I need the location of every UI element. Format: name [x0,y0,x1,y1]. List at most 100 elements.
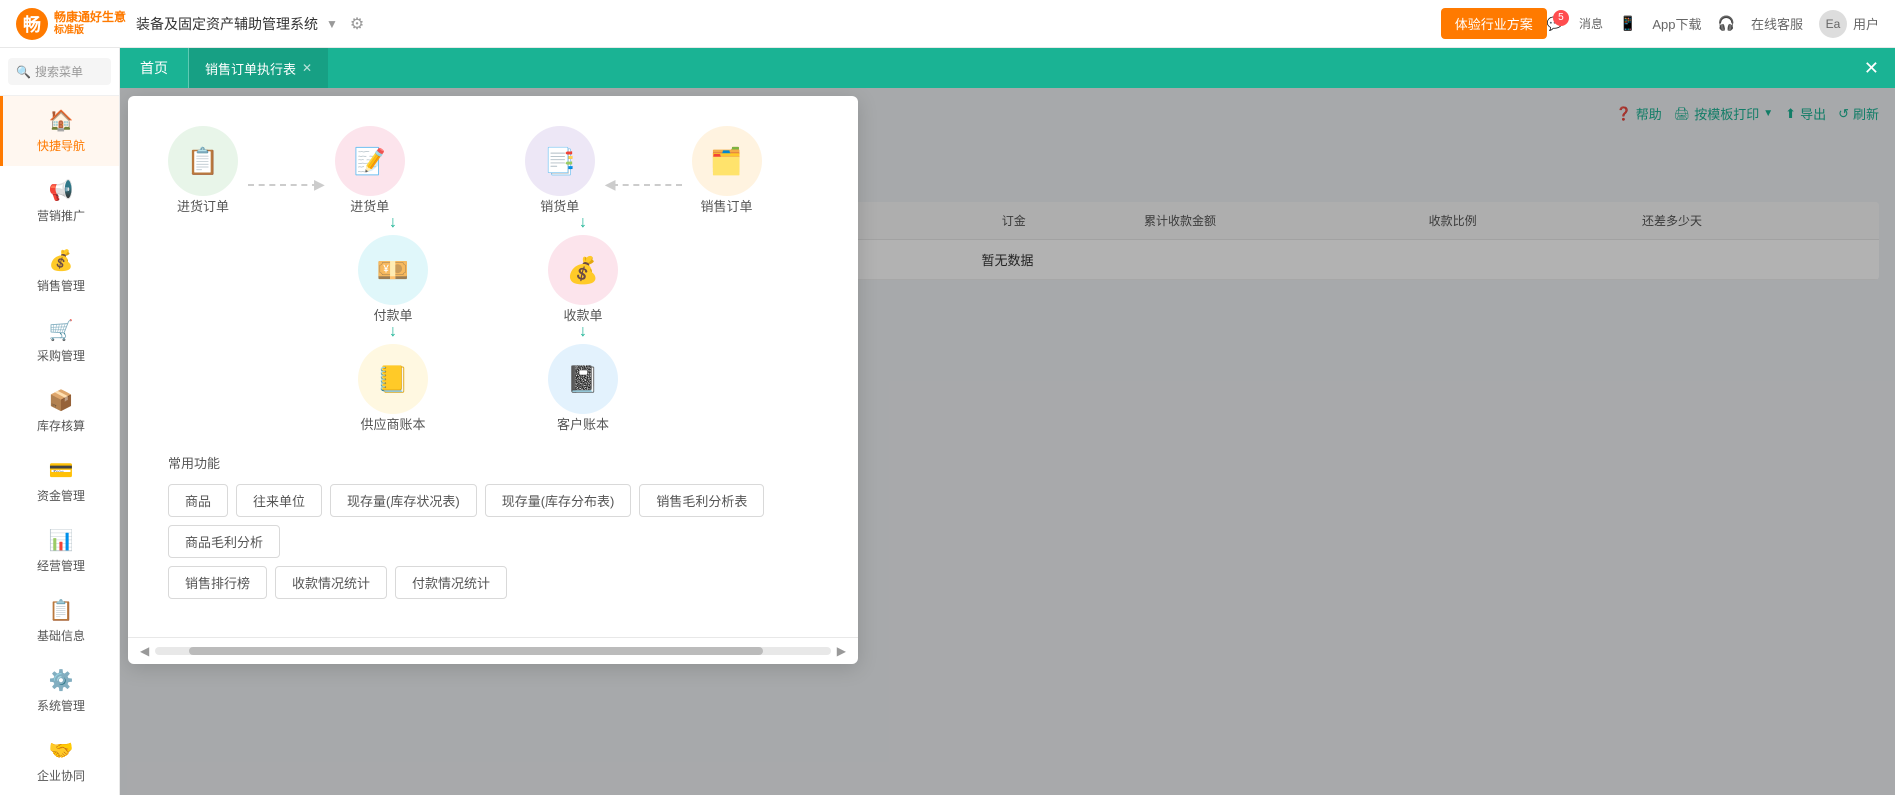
spacer-b [268,215,358,231]
sidebar-item-inventory-label: 库存核算 [37,417,85,434]
payment-label: 付款单 [373,305,412,324]
func-btn-stock-dist[interactable]: 现存量(库存分布表) [485,484,632,517]
purchase-icon: 🛒 [49,318,74,343]
search-menu-label: 搜索菜单 [35,63,83,80]
arrow-po-to-pr [248,184,318,186]
sidebar-item-marketing[interactable]: 📢 营销推广 [0,166,119,236]
sales-order-icon: 🗂️ [710,146,742,177]
func-btn-product[interactable]: 商品 [168,484,228,517]
common-functions-section: 常用功能 商品 往来单位 现存量(库存状况表) 现存量(库存分布表) 销售毛利分… [168,453,818,599]
scroll-left-icon[interactable]: ◀ [140,644,149,658]
func-btn-sales-rank[interactable]: 销售排行榜 [168,566,267,599]
spacer-d [168,324,268,340]
popup-scrollbar: ◀ ▶ [128,637,858,664]
try-plan-button[interactable]: 体验行业方案 [1441,8,1547,39]
arrow-down-receipt: ↓ [548,324,618,340]
scrollbar-thumb [189,647,763,655]
flow-node-customer-ledger[interactable]: 📓 客户账本 [548,344,618,433]
sidebar-item-basic-label: 基础信息 [37,627,85,644]
payment-icon: 💴 [377,255,409,286]
app-download-icon: 📱 [1619,15,1636,32]
main-area: 首页 销售订单执行表 ✕ ✕ ❓ 帮助 🖨 按模板打印 ▼ ⬆ 导出 ↺ [120,48,1895,795]
avatar: Ea [1819,10,1847,38]
logo-area: 畅 畅康通好生意 标准版 [16,8,136,40]
arrow-so-to-si [612,184,682,186]
arrow-down-si: ↓ [548,215,618,231]
supplier-ledger-circle: 📒 [358,344,428,414]
sidebar-item-enterprise[interactable]: 🤝 企业协同 [0,726,119,795]
flow-node-receipt[interactable]: 💰 收款单 [548,235,618,324]
inventory-icon: 📦 [49,388,74,413]
flow-node-purchase-receipt[interactable]: 📝 进货单 [335,126,405,215]
purchase-order-icon: 📋 [187,146,219,177]
sidebar-item-finance[interactable]: 💳 资金管理 [0,446,119,516]
popup-modal: 📋 进货订单 ▶ [128,96,858,664]
tab-bar-close-icon[interactable]: ✕ [1848,58,1895,79]
online-service-label[interactable]: 在线客服 [1751,14,1803,33]
search-menu-button[interactable]: 🔍 搜索菜单 [8,58,111,85]
purchase-receipt-circle: 📝 [335,126,405,196]
func-btn-product-profit[interactable]: 商品毛利分析 [168,525,280,558]
system-title-area: 装备及固定资产辅助管理系统 ▼ ⚙ [136,14,1441,34]
sidebar-item-sales[interactable]: 💰 销售管理 [0,236,119,306]
flow-node-sales-order[interactable]: 🗂️ 销售订单 [692,126,762,215]
scrollbar-track[interactable] [155,647,831,655]
operation-icon: 📊 [49,528,74,553]
flow-node-supplier-ledger[interactable]: 📒 供应商账本 [358,344,428,433]
customer-ledger-circle: 📓 [548,344,618,414]
basic-icon: 📋 [49,598,74,623]
tab-home[interactable]: 首页 [120,48,189,88]
content-area: ❓ 帮助 🖨 按模板打印 ▼ ⬆ 导出 ↺ 刷新 📅 单据状态 [120,88,1895,795]
message-icon-area[interactable]: 💬 5 [1547,16,1563,32]
sidebar-item-operation-label: 经营管理 [37,557,85,574]
flow-node-purchase-order[interactable]: 📋 进货订单 [168,126,238,215]
sidebar-item-marketing-label: 营销推广 [37,207,85,224]
supplier-ledger-icon: 📒 [377,364,409,395]
sales-order-label: 销售订单 [701,196,753,215]
customer-ledger-icon: 📓 [567,364,599,395]
sidebar-item-finance-label: 资金管理 [37,487,85,504]
sidebar-item-system-label: 系统管理 [37,697,85,714]
func-btn-receipt-stats[interactable]: 收款情况统计 [275,566,387,599]
func-btn-stock-status[interactable]: 现存量(库存状况表) [330,484,477,517]
sidebar-item-inventory[interactable]: 📦 库存核算 [0,376,119,446]
user-area[interactable]: Ea 用户 [1819,10,1879,38]
popup-content: 📋 进货订单 ▶ [128,96,858,637]
tab-sales-order-label: 销售订单执行表 [205,59,296,78]
purchase-receipt-label: 进货单 [350,196,389,215]
dropdown-arrow-icon[interactable]: ▼ [326,17,338,31]
customer-ledger-label: 客户账本 [557,414,609,433]
sidebar-item-purchase[interactable]: 🛒 采购管理 [0,306,119,376]
sidebar-item-operation[interactable]: 📊 经营管理 [0,516,119,586]
common-functions-row1: 商品 往来单位 现存量(库存状况表) 现存量(库存分布表) 销售毛利分析表 商品… [168,484,818,558]
sidebar-item-basic[interactable]: 📋 基础信息 [0,586,119,656]
func-btn-sales-profit[interactable]: 销售毛利分析表 [639,484,764,517]
sales-invoice-icon: 📑 [544,146,576,177]
service-icon: 🎧 [1718,15,1735,32]
flow-node-sales-invoice[interactable]: 📑 销货单 [525,126,595,215]
top-header: 畅 畅康通好生意 标准版 装备及固定资产辅助管理系统 ▼ ⚙ 体验行业方案 💬 … [0,0,1895,48]
app-download-label[interactable]: App下载 [1652,14,1701,33]
sidebar-item-purchase-label: 采购管理 [37,347,85,364]
logo-sub: 标准版 [54,25,126,37]
spacer-f [428,324,548,340]
func-btn-partner[interactable]: 往来单位 [236,484,322,517]
message-badge: 5 [1553,10,1569,26]
common-functions-row2: 销售排行榜 收款情况统计 付款情况统计 [168,566,818,599]
sidebar-item-quick[interactable]: 🏠 快捷导航 [0,96,119,166]
spacer-e [268,324,358,340]
func-btn-payment-stats[interactable]: 付款情况统计 [395,566,507,599]
arrow-down-payment: ↓ [358,324,428,340]
popup-overlay[interactable]: 📋 进货订单 ▶ [120,88,1895,795]
system-title-text: 装备及固定资产辅助管理系统 [136,14,318,34]
scroll-right-icon[interactable]: ▶ [837,644,846,658]
sidebar-item-quick-label: 快捷导航 [37,137,85,154]
flow-node-payment[interactable]: 💴 付款单 [358,235,428,324]
tab-sales-order[interactable]: 销售订单执行表 ✕ [189,48,328,88]
gear-icon[interactable]: ⚙ [350,14,364,34]
arrow-right-icon: ▶ [314,176,325,193]
sidebar-search-area[interactable]: 🔍 搜索菜单 [0,48,119,96]
tab-close-icon[interactable]: ✕ [302,61,312,75]
sales-invoice-circle: 📑 [525,126,595,196]
sidebar-item-system[interactable]: ⚙️ 系统管理 [0,656,119,726]
